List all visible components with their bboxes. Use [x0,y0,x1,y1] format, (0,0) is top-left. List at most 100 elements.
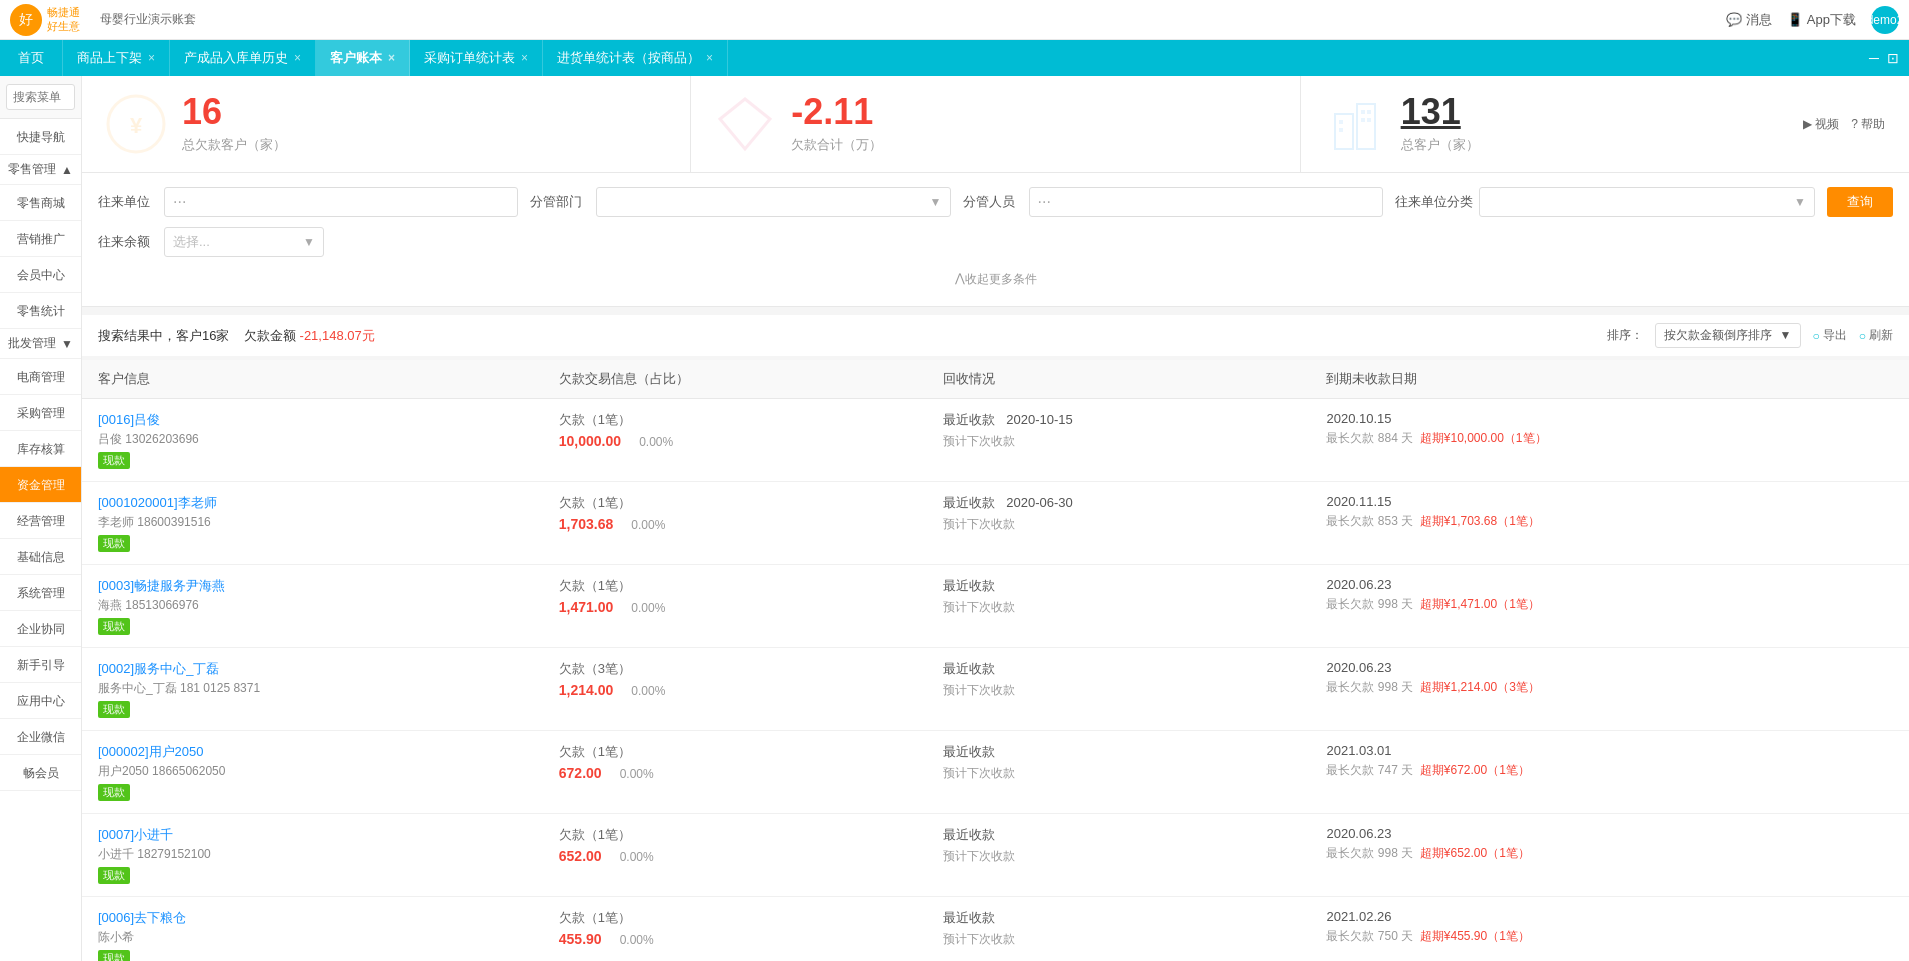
sidebar-item-retail-mgmt[interactable]: 零售管理 ▲ [0,155,81,185]
customer-name-3[interactable]: [0002]服务中心_丁磊 [98,660,527,678]
tab-product-shelf[interactable]: 商品上下架 × [63,40,170,76]
customer-name-2[interactable]: [0003]畅捷服务尹海燕 [98,577,527,595]
overdue-amount-3[interactable]: 超期¥1,214.00（3笔） [1420,680,1540,694]
video-action-btn[interactable]: ▶ 视频 [1803,116,1839,133]
tab-purchase-order-close[interactable]: × [521,51,528,65]
customer-tag-4: 现款 [98,784,130,801]
customer-phone-5: 小进千 18279152100 [98,846,527,863]
sidebar-item-sys-mgmt[interactable]: 系统管理 [0,575,81,611]
minimize-icon[interactable]: ─ [1869,50,1879,66]
sidebar-item-marketing[interactable]: 营销推广 [0,221,81,257]
sidebar-item-enterprise-wechat[interactable]: 企业微信 [0,719,81,755]
customer-name-4[interactable]: [000002]用户2050 [98,743,527,761]
cell-repay-status-2: 最近收款 预计下次收款 [927,565,1310,648]
sidebar-item-basic-info[interactable]: 基础信息 [0,539,81,575]
overdue-amount-4[interactable]: 超期¥672.00（1笔） [1420,763,1530,777]
sidebar-item-inventory[interactable]: 库存核算 [0,431,81,467]
debt-amount-4[interactable]: 672.00 [559,765,602,781]
refresh-btn[interactable]: ○ 刷新 [1859,327,1893,344]
repay-date-4: 最近收款 [943,743,1294,761]
customer-tag-1: 现款 [98,535,130,552]
sidebar-item-app-center[interactable]: 应用中心 [0,683,81,719]
sidebar-item-retail-stat[interactable]: 零售统计 [0,293,81,329]
stat-card-total-customers: 131 总客户（家） ▶ 视频 ? 帮助 [1301,76,1909,172]
sidebar-search-input[interactable] [6,84,75,110]
overdue-amount-5[interactable]: 超期¥652.00（1笔） [1420,846,1530,860]
repay-next-1: 预计下次收款 [943,516,1294,533]
filter-input-person[interactable]: ··· [1029,187,1383,217]
svg-rect-7 [1361,110,1365,114]
overdue-amount-0[interactable]: 超期¥10,000.00（1笔） [1420,431,1547,445]
sidebar-item-vip-member[interactable]: 畅会员 [0,755,81,791]
tab-customer-account[interactable]: 客户账本 × [316,40,410,76]
sidebar-item-new-guide[interactable]: 新手引导 [0,647,81,683]
collapse-label: 收起更多条件 [965,271,1037,288]
filter-input-dept[interactable]: ▼ [596,187,950,217]
debt-amount-2[interactable]: 1,471.00 [559,599,614,615]
search-button[interactable]: 查询 [1827,187,1893,217]
debt-count-0: 欠款（1笔） [559,411,912,429]
debt-amount-3[interactable]: 1,214.00 [559,682,614,698]
sidebar-item-purchase-mgmt[interactable]: 采购管理 [0,395,81,431]
tab-home[interactable]: 首页 [0,40,63,76]
filter-item-unit: 往来单位 ··· [98,187,518,217]
tab-product-history[interactable]: 产成品入库单历史 × [170,40,316,76]
tab-purchase-order[interactable]: 采购订单统计表 × [410,40,543,76]
overdue-days-1: 最长欠款 853 天 超期¥1,703.68（1笔） [1326,513,1893,530]
overdue-amount-1[interactable]: 超期¥1,703.68（1笔） [1420,514,1540,528]
filter-label-balance: 往来余额 [98,233,158,251]
overdue-amount-6[interactable]: 超期¥455.90（1笔） [1420,929,1530,943]
user-profile[interactable]: demo2 [1871,6,1899,34]
sidebar-item-fund-mgmt[interactable]: 资金管理 [0,467,81,503]
customer-tag-2: 现款 [98,618,130,635]
debt-amount-6[interactable]: 455.90 [559,931,602,947]
overdue-days-0: 最长欠款 884 天 超期¥10,000.00（1笔） [1326,430,1893,447]
help-action-btn[interactable]: ? 帮助 [1851,116,1885,133]
cell-overdue-date-5: 2020.06.23 最长欠款 998 天 超期¥652.00（1笔） [1310,814,1909,897]
tab-product-shelf-close[interactable]: × [148,51,155,65]
stat-icon-money: ¥ [106,94,166,154]
chevron-down-icon-unit-type: ▼ [1794,195,1806,209]
overdue-days-5: 最长欠款 998 天 超期¥652.00（1笔） [1326,845,1893,862]
sidebar-item-enterprise-coop[interactable]: 企业协同 [0,611,81,647]
customer-name-6[interactable]: [0006]去下粮仓 [98,909,527,927]
refresh-circle-icon: ○ [1859,329,1866,343]
filter-collapse-btn[interactable]: ⋀ 收起更多条件 [98,267,1893,292]
tab-customer-account-close[interactable]: × [388,51,395,65]
sidebar-item-retail-mall[interactable]: 零售商城 [0,185,81,221]
maximize-icon[interactable]: ⊡ [1887,50,1899,66]
filter-ellipsis-person: ··· [1038,193,1051,211]
message-btn[interactable]: 💬 消息 [1726,11,1772,29]
cell-overdue-date-4: 2021.03.01 最长欠款 747 天 超期¥672.00（1笔） [1310,731,1909,814]
customer-phone-6: 陈小希 [98,929,527,946]
th-debt-info: 欠款交易信息（占比） [543,360,928,399]
filter-input-unit-type[interactable]: ▼ [1479,187,1815,217]
customer-name-0[interactable]: [0016]吕俊 [98,411,527,429]
tab-purchase-stat[interactable]: 进货单统计表（按商品） × [543,40,728,76]
tab-purchase-stat-close[interactable]: × [706,51,713,65]
cell-repay-status-1: 最近收款 2020-06-30 预计下次收款 [927,482,1310,565]
overdue-date-4: 2021.03.01 [1326,743,1893,758]
customer-phone-1: 李老师 18600391516 [98,514,527,531]
sidebar-item-retail-mall-label: 零售商城 [6,195,75,212]
filter-input-unit[interactable]: ··· [164,187,518,217]
sidebar-item-ops-mgmt[interactable]: 经营管理 [0,503,81,539]
tab-product-history-close[interactable]: × [294,51,301,65]
cell-overdue-date-6: 2021.02.26 最长欠款 750 天 超期¥455.90（1笔） [1310,897,1909,962]
debt-amount-1[interactable]: 1,703.68 [559,516,614,532]
sidebar-item-batch-mgmt[interactable]: 批发管理 ▼ [0,329,81,359]
overdue-date-0: 2020.10.15 [1326,411,1893,426]
app-download-btn[interactable]: 📱 App下载 [1787,11,1856,29]
debt-amount-5[interactable]: 652.00 [559,848,602,864]
sidebar-item-ecommerce[interactable]: 电商管理 [0,359,81,395]
overdue-amount-2[interactable]: 超期¥1,471.00（1笔） [1420,597,1540,611]
export-btn[interactable]: ○ 导出 [1813,327,1847,344]
sidebar-item-quick-nav[interactable]: 快捷导航 [0,119,81,155]
customer-name-1[interactable]: [0001020001]李老师 [98,494,527,512]
customer-name-5[interactable]: [0007]小进千 [98,826,527,844]
sidebar-item-member-center[interactable]: 会员中心 [0,257,81,293]
stat-label-debt-customers: 总欠款客户（家） [182,136,666,154]
filter-input-balance[interactable]: 选择... ▼ [164,227,324,257]
sort-select[interactable]: 按欠款金额倒序排序 ▼ [1655,323,1800,348]
debt-amount-0[interactable]: 10,000.00 [559,433,621,449]
